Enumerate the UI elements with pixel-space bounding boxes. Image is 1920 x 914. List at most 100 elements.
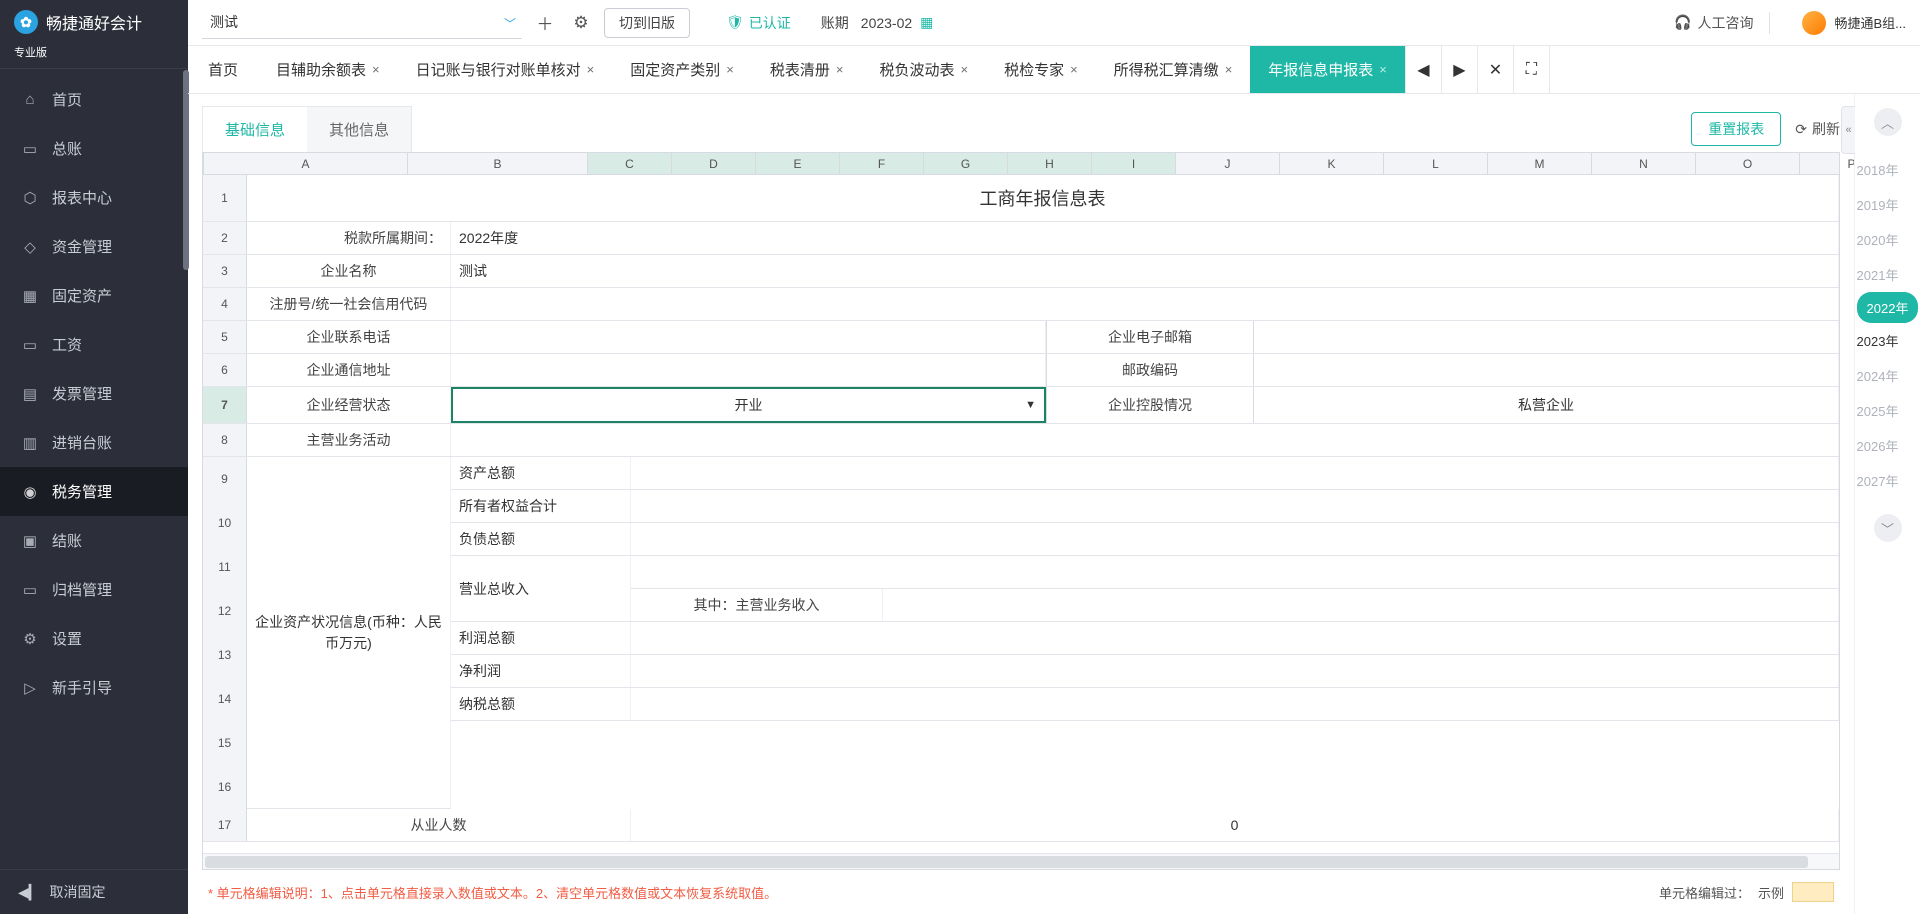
- col-header[interactable]: I: [1092, 153, 1176, 174]
- col-header[interactable]: K: [1280, 153, 1384, 174]
- calendar-icon: ▦: [920, 14, 933, 31]
- close-icon[interactable]: ×: [1070, 62, 1078, 77]
- reset-button[interactable]: 重置报表: [1691, 112, 1781, 146]
- nav-inventory[interactable]: ▥进销台账: [0, 418, 188, 467]
- nav: ⌂首页 ▭总账 ⬡报表中心 ◇资金管理 ▦固定资产 ▭工资 ▤发票管理 ▥进销台…: [0, 69, 188, 869]
- col-header[interactable]: M: [1488, 153, 1592, 174]
- column-headers: A B C D E F G H I J K L M N O: [203, 153, 1839, 175]
- close-icon[interactable]: ×: [1379, 62, 1387, 77]
- nav-settings[interactable]: ⚙设置: [0, 614, 188, 663]
- col-header[interactable]: C: [588, 153, 672, 174]
- year-item[interactable]: 2023年: [1857, 323, 1919, 358]
- account-dropdown[interactable]: ﹀: [202, 7, 522, 39]
- tab-scroll-left[interactable]: ◀: [1406, 46, 1442, 93]
- tab-item[interactable]: 目辅助余额表×: [258, 46, 398, 93]
- consult-button[interactable]: 🎧 人工咨询: [1674, 13, 1753, 33]
- topbar: ﹀ ＋ ⚙ 切到旧版 🛡 已认证 账期 2023-02 ▦ 🎧 人工咨询: [188, 0, 1920, 46]
- col-header[interactable]: N: [1592, 153, 1696, 174]
- tab-fullscreen[interactable]: ⛶: [1514, 46, 1550, 93]
- year-item[interactable]: 2027年: [1857, 463, 1919, 498]
- nav-salary[interactable]: ▭工资: [0, 320, 188, 369]
- user-menu[interactable]: 畅捷通B组...: [1802, 11, 1906, 35]
- tab-item[interactable]: 固定资产类别×: [612, 46, 752, 93]
- year-item[interactable]: 2025年: [1857, 393, 1919, 428]
- nav-invoice[interactable]: ▤发票管理: [0, 369, 188, 418]
- col-header[interactable]: L: [1384, 153, 1488, 174]
- verified-badge: 🛡 已认证: [726, 13, 791, 33]
- nav-assets[interactable]: ▦固定资产: [0, 271, 188, 320]
- tab-scroll-right[interactable]: ▶: [1442, 46, 1478, 93]
- subtab-other[interactable]: 其他信息: [307, 107, 411, 152]
- nav-home[interactable]: ⌂首页: [0, 75, 188, 124]
- year-item[interactable]: 2024年: [1857, 358, 1919, 393]
- refresh-button[interactable]: ⟳ 刷新: [1795, 119, 1840, 139]
- settings-button[interactable]: ⚙: [568, 10, 594, 36]
- asset-section-label[interactable]: 企业资产状况信息(币种：人民币万元): [247, 457, 451, 809]
- chart-icon: ⬡: [20, 188, 40, 208]
- status-select[interactable]: 开业▼: [451, 387, 1046, 423]
- col-header[interactable]: A: [204, 153, 408, 174]
- closing-icon: ▣: [20, 531, 40, 551]
- tab-item[interactable]: 年报信息申报表×: [1250, 46, 1405, 93]
- old-version-button[interactable]: 切到旧版: [604, 8, 690, 38]
- close-icon[interactable]: ×: [726, 62, 734, 77]
- col-header[interactable]: H: [1008, 153, 1092, 174]
- nav-tax[interactable]: ◉税务管理: [0, 467, 188, 516]
- nav-reports[interactable]: ⬡报表中心: [0, 173, 188, 222]
- refresh-icon: ⟳: [1795, 121, 1807, 138]
- col-header[interactable]: O: [1696, 153, 1800, 174]
- add-button[interactable]: ＋: [532, 10, 558, 36]
- year-item[interactable]: 2021年: [1857, 257, 1919, 292]
- tab-item[interactable]: 日记账与银行对账单核对×: [398, 46, 613, 93]
- nav-closing[interactable]: ▣结账: [0, 516, 188, 565]
- brand-edition: 专业版: [0, 44, 188, 69]
- tab-item[interactable]: 税检专家×: [986, 46, 1096, 93]
- year-up-button[interactable]: ︿: [1874, 108, 1902, 136]
- nav-ledger[interactable]: ▭总账: [0, 124, 188, 173]
- close-icon[interactable]: ×: [372, 62, 380, 77]
- unpin-button[interactable]: ◀▎ 取消固定: [0, 869, 188, 914]
- collapse-year-panel[interactable]: «: [1841, 106, 1855, 154]
- tab-close-all[interactable]: ✕: [1478, 46, 1514, 93]
- tab-item[interactable]: 税负波动表×: [861, 46, 986, 93]
- tabbar: 首页 目辅助余额表×日记账与银行对账单核对×固定资产类别×税表清册×税负波动表×…: [188, 46, 1920, 94]
- period-picker[interactable]: 2023-02 ▦: [861, 14, 934, 31]
- gear-icon: ⚙: [20, 629, 40, 649]
- tab-home[interactable]: 首页: [188, 46, 258, 93]
- nav-archive[interactable]: ▭归档管理: [0, 565, 188, 614]
- year-down-button[interactable]: ﹀: [1874, 514, 1902, 542]
- account-input[interactable]: [202, 7, 522, 39]
- col-header[interactable]: E: [756, 153, 840, 174]
- brand: ✿ 畅捷通好会计: [0, 0, 188, 44]
- ledger-icon: ▭: [20, 139, 40, 159]
- archive-icon: ▭: [20, 580, 40, 600]
- close-icon[interactable]: ×: [836, 62, 844, 77]
- nav-funds[interactable]: ◇资金管理: [0, 222, 188, 271]
- year-item[interactable]: 2020年: [1857, 222, 1919, 257]
- row-header[interactable]: 1: [203, 175, 247, 221]
- year-item[interactable]: 2018年: [1857, 152, 1919, 187]
- play-icon: ▷: [20, 678, 40, 698]
- col-header[interactable]: G: [924, 153, 1008, 174]
- col-header[interactable]: J: [1176, 153, 1280, 174]
- tab-item[interactable]: 所得税汇算清缴×: [1096, 46, 1251, 93]
- subtabs: 基础信息 其他信息: [202, 106, 412, 152]
- year-item[interactable]: 2019年: [1857, 187, 1919, 222]
- subtab-basic[interactable]: 基础信息: [203, 107, 307, 152]
- brand-logo-icon: ✿: [14, 10, 38, 34]
- col-header[interactable]: F: [840, 153, 924, 174]
- inventory-icon: ▥: [20, 433, 40, 453]
- tab-item[interactable]: 税表清册×: [752, 46, 862, 93]
- col-header[interactable]: D: [672, 153, 756, 174]
- grid-body[interactable]: 1工商年报信息表 2税款所属期间：2022年度 3企业名称测试 4注册号/统一社…: [203, 175, 1839, 853]
- edited-example-swatch: [1792, 882, 1834, 902]
- year-item[interactable]: 2026年: [1857, 428, 1919, 463]
- sheet-title: 工商年报信息表: [247, 175, 1839, 221]
- close-icon[interactable]: ×: [587, 62, 595, 77]
- horizontal-scrollbar[interactable]: [203, 853, 1839, 869]
- col-header[interactable]: B: [408, 153, 588, 174]
- close-icon[interactable]: ×: [1225, 62, 1233, 77]
- close-icon[interactable]: ×: [960, 62, 968, 77]
- nav-guide[interactable]: ▷新手引导: [0, 663, 188, 712]
- year-item[interactable]: 2022年: [1857, 292, 1919, 323]
